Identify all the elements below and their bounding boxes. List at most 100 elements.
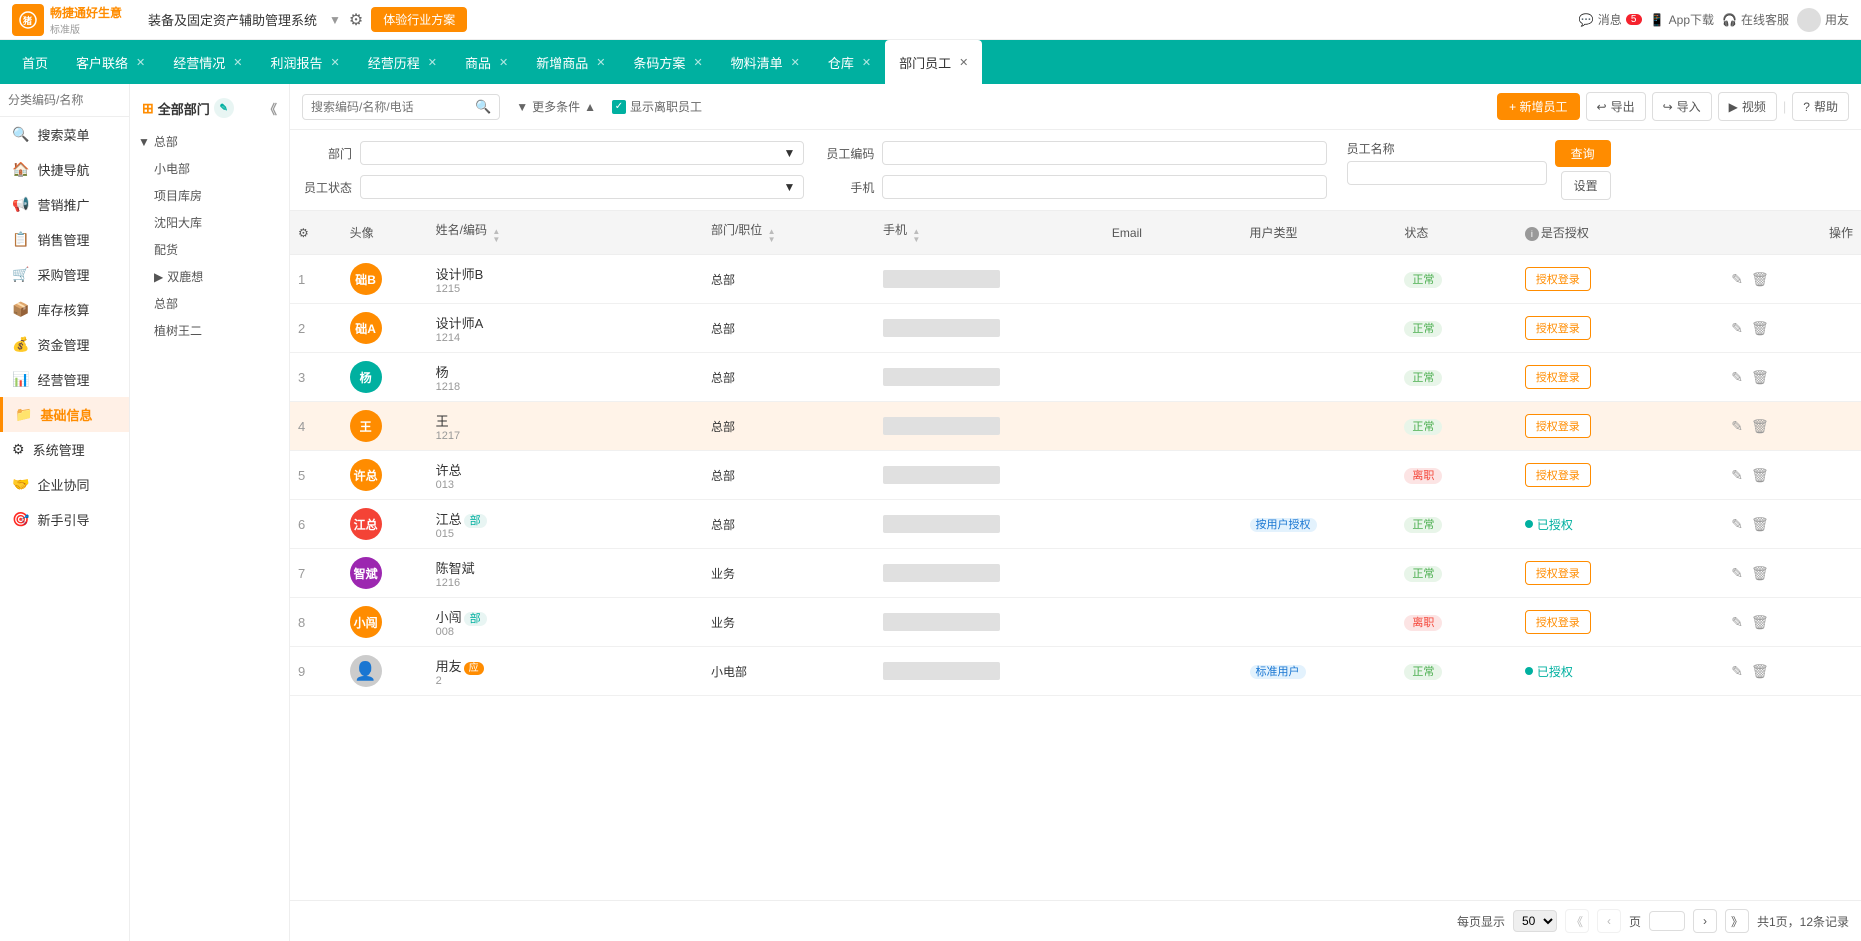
query-button[interactable]: 查询 xyxy=(1555,140,1611,167)
auth-button[interactable]: 授权登录 xyxy=(1525,414,1591,438)
settings-button[interactable]: ⚙ xyxy=(349,10,363,30)
tab-goods[interactable]: 商品 ✕ xyxy=(451,40,522,84)
auth-button[interactable]: 授权登录 xyxy=(1525,610,1591,634)
auth-button[interactable]: 授权登录 xyxy=(1525,463,1591,487)
sidebar-item-purchase[interactable]: 🛒 采购管理 xyxy=(0,257,129,292)
settings-icon[interactable]: ⚙ xyxy=(298,226,309,240)
dept-edit-button[interactable]: ✎ xyxy=(214,98,234,118)
edit-icon[interactable]: ✎ xyxy=(1731,271,1743,288)
edit-icon[interactable]: ✎ xyxy=(1731,369,1743,386)
prev-page-button[interactable]: ‹ xyxy=(1597,909,1621,933)
close-icon[interactable]: ✕ xyxy=(428,56,437,69)
dept-filter-select[interactable]: ▼ xyxy=(360,141,804,165)
delete-icon[interactable]: 🗑 xyxy=(1751,418,1769,435)
delete-icon[interactable]: 🗑 xyxy=(1751,614,1769,631)
delete-icon[interactable]: 🗑 xyxy=(1751,516,1769,533)
sidebar-item-inventory[interactable]: 📦 库存核算 xyxy=(0,292,129,327)
app-download-action[interactable]: 📱 App下载 xyxy=(1650,11,1714,28)
dept-node-plant[interactable]: 植树王二 xyxy=(130,317,289,344)
delete-icon[interactable]: 🗑 xyxy=(1751,565,1769,582)
close-icon[interactable]: ✕ xyxy=(791,56,800,69)
show-offline-toggle[interactable]: ✓ 显示离职员工 xyxy=(612,98,702,115)
dept-node-project-warehouse[interactable]: 项目库房 xyxy=(130,182,289,209)
tab-new-goods[interactable]: 新增商品 ✕ xyxy=(522,40,619,84)
sidebar-item-basic-info[interactable]: 📁 基础信息 xyxy=(0,397,129,432)
edit-icon[interactable]: ✎ xyxy=(1731,614,1743,631)
sidebar-item-search[interactable]: 🔍 搜索菜单 xyxy=(0,117,129,152)
view-button[interactable]: ▶ 视频 xyxy=(1718,92,1777,121)
import-button[interactable]: ↪ 导入 xyxy=(1652,92,1712,121)
sidebar-search-input[interactable] xyxy=(8,93,130,107)
delete-icon[interactable]: 🗑 xyxy=(1751,663,1769,680)
phone-input[interactable] xyxy=(882,175,1326,199)
add-employee-button[interactable]: + 新增员工 xyxy=(1497,93,1579,120)
search-icon[interactable]: 🔍 xyxy=(475,99,491,115)
sidebar-item-system[interactable]: ⚙ 系统管理 xyxy=(0,432,129,467)
tab-profit[interactable]: 利润报告 ✕ xyxy=(256,40,353,84)
dept-collapse-button[interactable]: 《 xyxy=(264,99,277,118)
close-icon[interactable]: ✕ xyxy=(693,56,702,69)
edit-icon[interactable]: ✎ xyxy=(1731,565,1743,582)
next-page-button[interactable]: › xyxy=(1693,909,1717,933)
col-name[interactable]: 姓名/编码 ▲ ▼ xyxy=(428,211,703,255)
edit-icon[interactable]: ✎ xyxy=(1731,418,1743,435)
tab-operations[interactable]: 经营情况 ✕ xyxy=(159,40,256,84)
tab-employees[interactable]: 部门员工 ✕ xyxy=(885,40,982,84)
close-icon[interactable]: ✕ xyxy=(136,56,145,69)
close-icon[interactable]: ✕ xyxy=(233,56,242,69)
auth-button[interactable]: 授权登录 xyxy=(1525,316,1591,340)
sidebar-item-guide[interactable]: 🎯 新手引导 xyxy=(0,502,129,537)
tab-barcode[interactable]: 条码方案 ✕ xyxy=(619,40,716,84)
experience-button[interactable]: 体验行业方案 xyxy=(371,7,467,32)
dept-node-shenyang[interactable]: 沈阳大库 xyxy=(130,209,289,236)
search-input[interactable] xyxy=(311,100,471,114)
delete-icon[interactable]: 🗑 xyxy=(1751,369,1769,386)
close-icon[interactable]: ✕ xyxy=(596,56,605,69)
dept-node-small-elec[interactable]: 小电部 xyxy=(130,155,289,182)
message-action[interactable]: 💬 消息 5 xyxy=(1579,11,1642,28)
col-phone[interactable]: 手机 ▲ ▼ xyxy=(875,211,1104,255)
user-action[interactable]: 用友 xyxy=(1797,8,1849,32)
sidebar-item-sales[interactable]: 📋 销售管理 xyxy=(0,222,129,257)
tab-bom[interactable]: 物料清单 ✕ xyxy=(717,40,814,84)
sidebar-item-enterprise[interactable]: 🤝 企业协同 xyxy=(0,467,129,502)
edit-icon[interactable]: ✎ xyxy=(1731,320,1743,337)
col-dept[interactable]: 部门/职位 ▲ ▼ xyxy=(703,211,875,255)
dropdown-arrow-icon[interactable]: ▼ xyxy=(329,13,341,27)
online-service-action[interactable]: 🎧 在线客服 xyxy=(1722,11,1789,28)
dept-node-hq[interactable]: 总部 xyxy=(130,290,289,317)
delete-icon[interactable]: 🗑 xyxy=(1751,467,1769,484)
auth-button[interactable]: 授权登录 xyxy=(1525,267,1591,291)
close-icon[interactable]: ✕ xyxy=(499,56,508,69)
sidebar-item-finance[interactable]: 💰 资金管理 xyxy=(0,327,129,362)
sidebar-item-quick-nav[interactable]: 🏠 快捷导航 xyxy=(0,152,129,187)
tab-home[interactable]: 首页 xyxy=(8,40,62,84)
tab-warehouse[interactable]: 仓库 ✕ xyxy=(814,40,885,84)
dept-node-distribution[interactable]: 配货 xyxy=(130,236,289,263)
close-icon[interactable]: ✕ xyxy=(862,56,871,69)
delete-icon[interactable]: 🗑 xyxy=(1751,320,1769,337)
close-icon[interactable]: ✕ xyxy=(331,56,340,69)
close-icon[interactable]: ✕ xyxy=(959,56,968,69)
page-input[interactable]: 1 xyxy=(1649,911,1685,931)
set-button[interactable]: 设置 xyxy=(1561,171,1611,200)
emp-name-input[interactable] xyxy=(1347,161,1547,185)
first-page-button[interactable]: 《 xyxy=(1565,909,1589,933)
tab-customers[interactable]: 客户联络 ✕ xyxy=(62,40,159,84)
auth-button[interactable]: 授权登录 xyxy=(1525,365,1591,389)
more-conditions-button[interactable]: ▼ 更多条件 ▲ xyxy=(508,94,604,119)
dept-node-root[interactable]: ▼ 总部 xyxy=(130,128,289,155)
last-page-button[interactable]: 》 xyxy=(1725,909,1749,933)
export-button[interactable]: ↩ 导出 xyxy=(1586,92,1646,121)
sidebar-item-operations[interactable]: 📊 经营管理 xyxy=(0,362,129,397)
edit-icon[interactable]: ✎ xyxy=(1731,663,1743,680)
delete-icon[interactable]: 🗑 xyxy=(1751,271,1769,288)
auth-button[interactable]: 授权登录 xyxy=(1525,561,1591,585)
tab-history[interactable]: 经营历程 ✕ xyxy=(354,40,451,84)
emp-code-input[interactable] xyxy=(882,141,1326,165)
edit-icon[interactable]: ✎ xyxy=(1731,467,1743,484)
help-button[interactable]: ? 帮助 xyxy=(1792,92,1849,121)
emp-status-select[interactable]: ▼ xyxy=(360,175,804,199)
per-page-select[interactable]: 50 xyxy=(1513,910,1557,932)
sidebar-item-marketing[interactable]: 📢 营销推广 xyxy=(0,187,129,222)
